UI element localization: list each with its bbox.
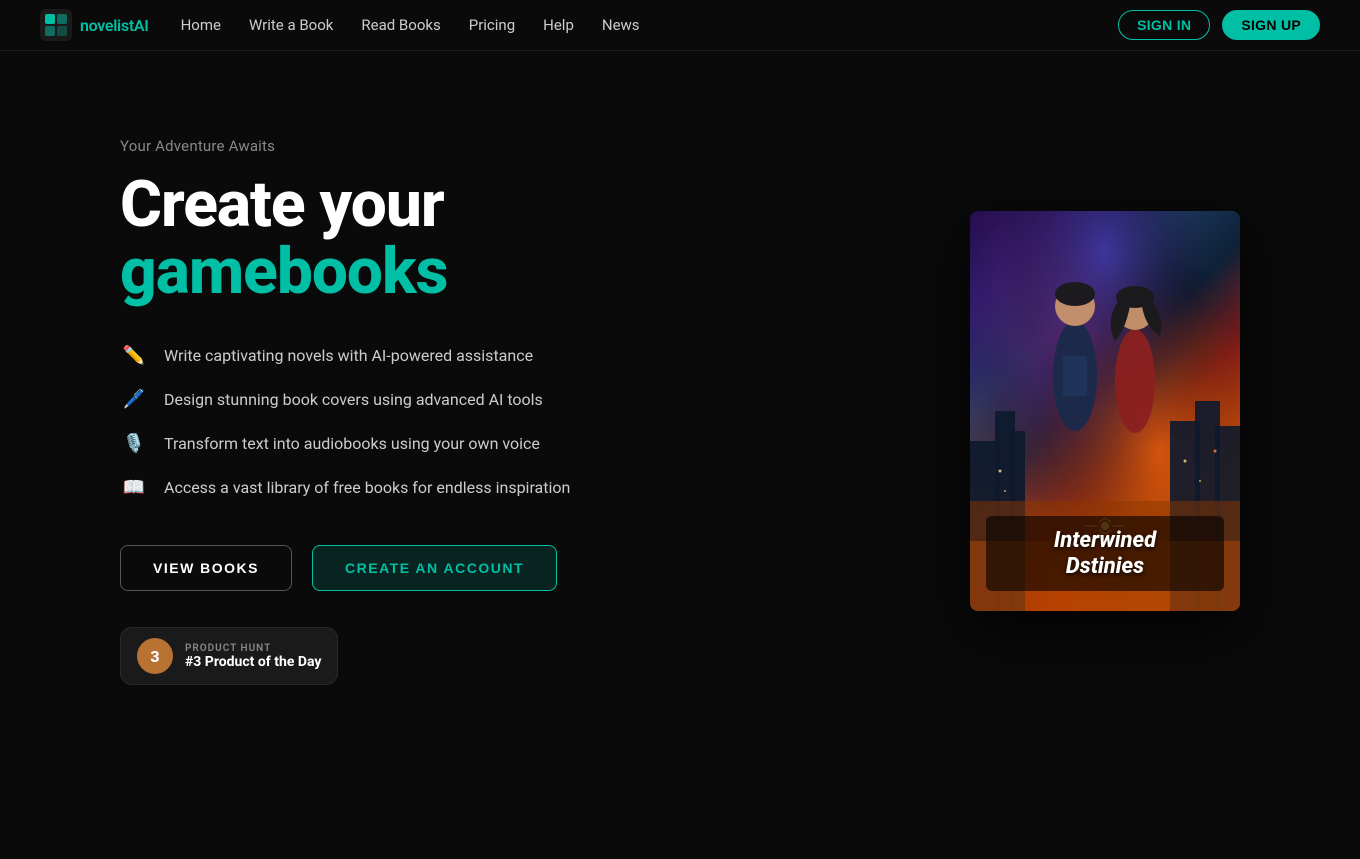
pencil-icon-2: 🖊️ [120, 385, 148, 413]
hero-subtitle: Your Adventure Awaits [120, 137, 700, 155]
nav-link-help[interactable]: Help [543, 16, 574, 34]
feature-item-3: 🎙️ Transform text into audiobooks using … [120, 429, 700, 457]
nav-link-news[interactable]: News [602, 16, 640, 34]
nav-left: novelistAI Home Write a Book Read Books … [40, 9, 640, 41]
hero-title-accent: gamebooks [120, 234, 447, 309]
microphone-icon: 🎙️ [120, 429, 148, 457]
hero-right: Interwined Dstinies [970, 211, 1240, 611]
navbar: novelistAI Home Write a Book Read Books … [0, 0, 1360, 51]
nav-right: SIGN IN SIGN UP [1118, 10, 1320, 40]
hero-title-part1: Create your [120, 167, 444, 242]
feature-item-1: ✏️ Write captivating novels with AI-powe… [120, 341, 700, 369]
book-cover-background: Interwined Dstinies [970, 211, 1240, 611]
nav-link-pricing[interactable]: Pricing [469, 16, 515, 34]
feature-text-1: Write captivating novels with AI-powered… [164, 346, 533, 365]
feature-text-2: Design stunning book covers using advanc… [164, 390, 543, 409]
logo-text: novelistAI [80, 16, 149, 35]
features-list: ✏️ Write captivating novels with AI-powe… [120, 341, 700, 501]
logo-link[interactable]: novelistAI [40, 9, 149, 41]
book-cover-title: Interwined Dstinies [1002, 528, 1208, 579]
hero-title: Create your gamebooks [120, 171, 700, 305]
feature-item-4: 📖 Access a vast library of free books fo… [120, 473, 700, 501]
ph-rank-text: #3 Product of the Day [185, 654, 321, 670]
ph-text: PRODUCT HUNT #3 Product of the Day [185, 643, 321, 670]
book-cover-title-area: Interwined Dstinies [970, 516, 1240, 591]
hero-left: Your Adventure Awaits Create your gamebo… [120, 137, 700, 685]
feature-text-3: Transform text into audiobooks using you… [164, 434, 540, 453]
book-cover-title-bg: Interwined Dstinies [986, 516, 1224, 591]
sign-in-button[interactable]: SIGN IN [1118, 10, 1210, 40]
logo-icon [40, 9, 72, 41]
feature-item-2: 🖊️ Design stunning book covers using adv… [120, 385, 700, 413]
nav-link-read-books[interactable]: Read Books [361, 16, 440, 34]
ph-label: PRODUCT HUNT [185, 643, 321, 654]
feature-text-4: Access a vast library of free books for … [164, 478, 570, 497]
create-account-button[interactable]: CREATE AN ACCOUNT [312, 545, 557, 591]
hero-buttons: VIEW BOOKS CREATE AN ACCOUNT [120, 545, 700, 591]
pencil-icon-1: ✏️ [120, 341, 148, 369]
product-hunt-badge: 3 PRODUCT HUNT #3 Product of the Day [120, 627, 338, 685]
book-cover: Interwined Dstinies [970, 211, 1240, 611]
book-icon: 📖 [120, 473, 148, 501]
ph-medal: 3 [137, 638, 173, 674]
nav-link-home[interactable]: Home [181, 16, 221, 34]
sign-up-button[interactable]: SIGN UP [1222, 10, 1320, 40]
nav-links: Home Write a Book Read Books Pricing Hel… [181, 16, 640, 34]
hero-section: Your Adventure Awaits Create your gamebo… [0, 51, 1360, 751]
nav-link-write-book[interactable]: Write a Book [249, 16, 333, 34]
view-books-button[interactable]: VIEW BOOKS [120, 545, 292, 591]
